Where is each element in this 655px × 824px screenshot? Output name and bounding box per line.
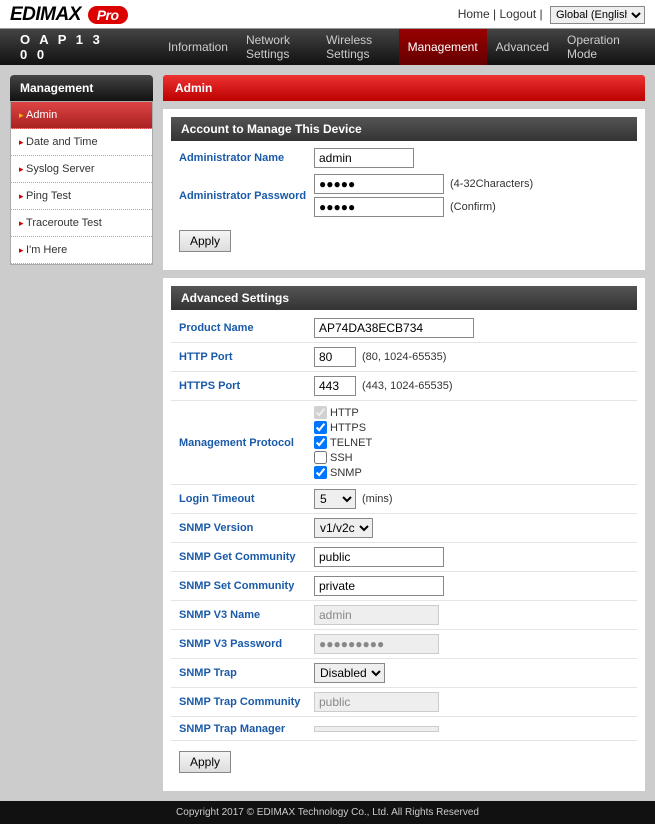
snmp-ver-select[interactable]: v1/v2c xyxy=(314,518,373,538)
top-links: Home | Logout | Global (English) xyxy=(458,6,645,24)
apply-button-1[interactable]: Apply xyxy=(179,230,231,252)
proto-https-checkbox[interactable] xyxy=(314,421,327,434)
apply-button-2[interactable]: Apply xyxy=(179,751,231,773)
tab-advanced[interactable]: Advanced xyxy=(487,29,558,65)
snmp-ver-label: SNMP Version xyxy=(179,522,314,534)
snmp-v3-name-label: SNMP V3 Name xyxy=(179,609,314,621)
nav-tabs: InformationNetwork SettingsWireless Sett… xyxy=(159,29,635,65)
sidebar-title: Management xyxy=(10,75,153,101)
mgmt-proto-label: Management Protocol xyxy=(179,437,314,449)
login-timeout-select[interactable]: 5 xyxy=(314,489,356,509)
product-name-input[interactable] xyxy=(314,318,474,338)
pass-hint1: (4-32Characters) xyxy=(450,178,533,190)
nav-bar: O A P 1 3 0 0 InformationNetwork Setting… xyxy=(0,29,655,65)
http-port-label: HTTP Port xyxy=(179,351,314,363)
sidebar-item-admin[interactable]: Admin xyxy=(11,102,152,129)
sidebar-item-syslog-server[interactable]: Syslog Server xyxy=(11,156,152,183)
main: Admin Account to Manage This Device Admi… xyxy=(163,75,645,791)
proto-ssh-checkbox[interactable] xyxy=(314,451,327,464)
https-port-label: HTTPS Port xyxy=(179,380,314,392)
snmp-v3-pass-label: SNMP V3 Password xyxy=(179,638,314,650)
proto-list: HTTP HTTPS TELNET SSH SNMP xyxy=(314,405,372,480)
snmp-trap-mgr-label: SNMP Trap Manager xyxy=(179,723,314,735)
snmp-trap-select[interactable]: Disabled xyxy=(314,663,385,683)
snmp-v3-name-input: admin xyxy=(314,605,439,625)
logout-link[interactable]: Logout xyxy=(500,7,537,21)
snmp-trap-comm-label: SNMP Trap Community xyxy=(179,696,314,708)
snmp-set-label: SNMP Set Community xyxy=(179,580,314,592)
footer: Copyright 2017 © EDIMAX Technology Co., … xyxy=(0,801,655,824)
admin-pass-input[interactable] xyxy=(314,174,444,194)
sidebar-item-ping-test[interactable]: Ping Test xyxy=(11,183,152,210)
proto-telnet-label: TELNET xyxy=(330,437,372,449)
sidebar: Management AdminDate and TimeSyslog Serv… xyxy=(10,75,153,791)
account-panel-title: Account to Manage This Device xyxy=(171,117,637,141)
proto-telnet-checkbox[interactable] xyxy=(314,436,327,449)
snmp-set-input[interactable] xyxy=(314,576,444,596)
admin-pass-label: Administrator Password xyxy=(179,190,314,202)
snmp-get-input[interactable] xyxy=(314,547,444,567)
https-port-input[interactable] xyxy=(314,376,356,396)
snmp-get-label: SNMP Get Community xyxy=(179,551,314,563)
tab-operation-mode[interactable]: Operation Mode xyxy=(558,29,635,65)
home-link[interactable]: Home xyxy=(458,7,490,21)
account-panel: Account to Manage This Device Administra… xyxy=(163,109,645,270)
tab-information[interactable]: Information xyxy=(159,29,237,65)
pass-hint2: (Confirm) xyxy=(450,201,496,213)
login-timeout-hint: (mins) xyxy=(362,493,393,505)
logo: EDIMAX Pro xyxy=(10,4,128,26)
body: Management AdminDate and TimeSyslog Serv… xyxy=(0,65,655,801)
proto-https-label: HTTPS xyxy=(330,422,366,434)
tab-wireless-settings[interactable]: Wireless Settings xyxy=(317,29,399,65)
proto-http-checkbox xyxy=(314,406,327,419)
https-port-hint: (443, 1024-65535) xyxy=(362,380,453,392)
product-name-label: Product Name xyxy=(179,322,314,334)
login-timeout-label: Login Timeout xyxy=(179,493,314,505)
snmp-trap-comm-input: public xyxy=(314,692,439,712)
tab-network-settings[interactable]: Network Settings xyxy=(237,29,317,65)
sidebar-item-i-m-here[interactable]: I'm Here xyxy=(11,237,152,264)
http-port-hint: (80, 1024-65535) xyxy=(362,351,446,363)
admin-name-label: Administrator Name xyxy=(179,152,314,164)
proto-ssh-label: SSH xyxy=(330,452,353,464)
snmp-trap-label: SNMP Trap xyxy=(179,667,314,679)
http-port-input[interactable] xyxy=(314,347,356,367)
sidebar-box: AdminDate and TimeSyslog ServerPing Test… xyxy=(10,101,153,265)
sidebar-item-date-and-time[interactable]: Date and Time xyxy=(11,129,152,156)
page-title: Admin xyxy=(163,75,645,101)
advanced-panel: Advanced Settings Product Name HTTP Port… xyxy=(163,278,645,791)
tab-management[interactable]: Management xyxy=(399,29,487,65)
proto-snmp-checkbox[interactable] xyxy=(314,466,327,479)
sidebar-item-traceroute-test[interactable]: Traceroute Test xyxy=(11,210,152,237)
advanced-panel-title: Advanced Settings xyxy=(171,286,637,310)
model-name: O A P 1 3 0 0 xyxy=(20,32,119,62)
proto-snmp-label: SNMP xyxy=(330,467,362,479)
language-select[interactable]: Global (English) xyxy=(550,6,645,24)
proto-http-label: HTTP xyxy=(330,407,359,419)
snmp-trap-mgr-input xyxy=(314,726,439,732)
snmp-v3-pass-input: ●●●●●●●●● xyxy=(314,634,439,654)
admin-pass-confirm-input[interactable] xyxy=(314,197,444,217)
admin-name-input[interactable] xyxy=(314,148,414,168)
topbar: EDIMAX Pro Home | Logout | Global (Engli… xyxy=(0,0,655,29)
